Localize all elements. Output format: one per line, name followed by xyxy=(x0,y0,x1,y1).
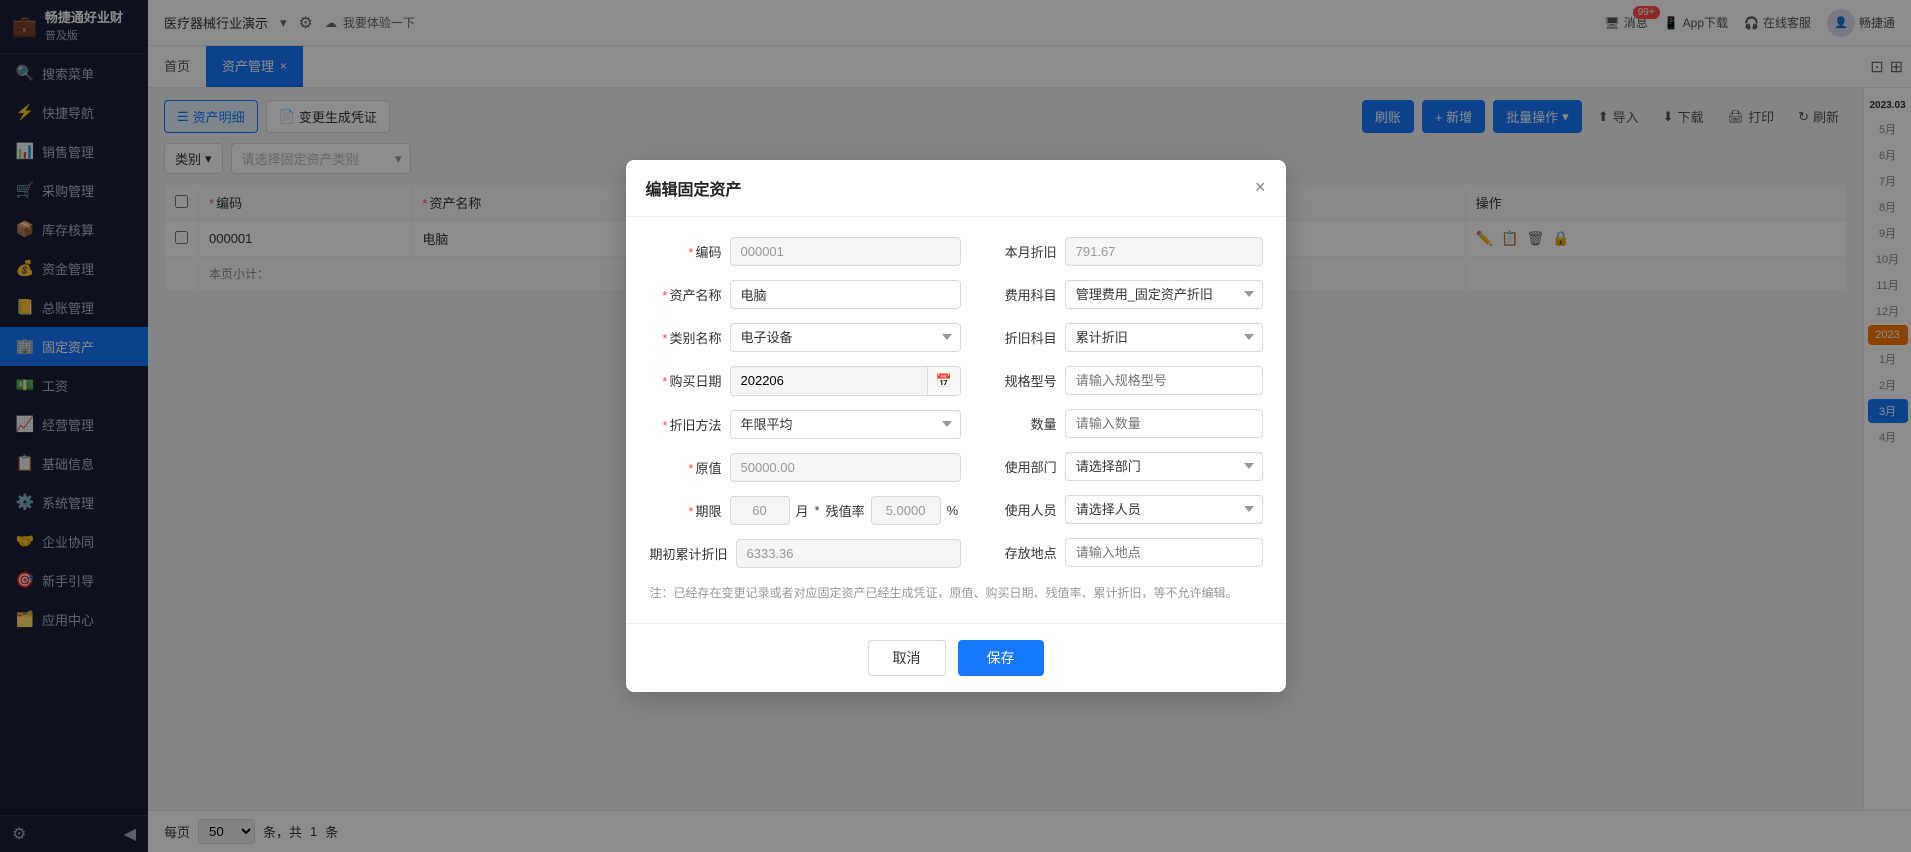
asset-name-input[interactable] xyxy=(730,280,961,309)
dep-method-label: *折旧方法 xyxy=(650,415,722,434)
modal-footer: 取消 保存 xyxy=(626,623,1286,692)
location-input[interactable] xyxy=(1065,538,1263,567)
spec-input[interactable] xyxy=(1065,366,1263,395)
modal-close-button[interactable]: × xyxy=(1255,177,1266,198)
expense-account-label: 费用科目 xyxy=(985,285,1057,304)
form-right: 本月折旧 费用科目 管理费用_固定资产折旧 折旧科目 累计折 xyxy=(985,237,1263,568)
form-row-department: 使用部门 请选择部门 xyxy=(985,452,1263,481)
cancel-button[interactable]: 取消 xyxy=(868,640,946,676)
form-row-original-value: *原值 xyxy=(650,453,961,482)
monthly-dep-label: 本月折旧 xyxy=(985,242,1057,261)
form-grid: *编码 *资产名称 *类别名称 xyxy=(650,237,1262,568)
form-row-expense-account: 费用科目 管理费用_固定资产折旧 xyxy=(985,280,1263,309)
period-inline: 月 * 残值率 % xyxy=(730,496,959,525)
expense-account-select[interactable]: 管理费用_固定资产折旧 xyxy=(1065,280,1263,309)
form-row-dep-account: 折旧科目 累计折旧 xyxy=(985,323,1263,352)
purchase-date-label: *购买日期 xyxy=(650,371,722,390)
quantity-label: 数量 xyxy=(985,414,1057,433)
period-unit-label: 月 xyxy=(796,501,809,520)
quantity-input[interactable] xyxy=(1065,409,1263,438)
form-row-person: 使用人员 请选择人员 xyxy=(985,495,1263,524)
department-select[interactable]: 请选择部门 xyxy=(1065,452,1263,481)
code-label: *编码 xyxy=(650,242,722,261)
category-label: *类别名称 xyxy=(650,328,722,347)
category-select[interactable]: 电子设备 xyxy=(730,323,961,352)
form-row-dep-method: *折旧方法 年限平均 xyxy=(650,410,961,439)
dep-account-select[interactable]: 累计折旧 xyxy=(1065,323,1263,352)
residual-rate-unit: % xyxy=(947,503,959,518)
modal-overlay: 编辑固定资产 × *编码 *资产名称 xyxy=(0,0,1911,852)
initial-dep-input[interactable] xyxy=(736,539,961,568)
dep-method-select[interactable]: 年限平均 xyxy=(730,410,961,439)
person-select[interactable]: 请选择人员 xyxy=(1065,495,1263,524)
form-row-quantity: 数量 xyxy=(985,409,1263,438)
original-value-input[interactable] xyxy=(730,453,961,482)
purchase-date-input-wrapper: 📅 xyxy=(730,366,961,396)
modal-title: 编辑固定资产 xyxy=(646,176,742,200)
monthly-dep-input xyxy=(1065,237,1263,266)
original-value-label: *原值 xyxy=(650,458,722,477)
edit-asset-modal: 编辑固定资产 × *编码 *资产名称 xyxy=(626,160,1286,692)
location-label: 存放地点 xyxy=(985,543,1057,562)
period-label: *期限 xyxy=(650,501,722,520)
form-row-initial-dep: 期初累计折旧 xyxy=(650,539,961,568)
modal-note: 注：已经存在变更记录或者对应固定资产已经生成凭证，原值、购买日期、残值率、累计折… xyxy=(650,584,1262,603)
calendar-icon[interactable]: 📅 xyxy=(927,367,960,395)
person-label: 使用人员 xyxy=(985,500,1057,519)
dep-account-label: 折旧科目 xyxy=(985,328,1057,347)
spec-label: 规格型号 xyxy=(985,371,1057,390)
modal-body: *编码 *资产名称 *类别名称 xyxy=(626,217,1286,623)
modal-header: 编辑固定资产 × xyxy=(626,160,1286,217)
residual-rate-label: 残值率 xyxy=(826,501,865,520)
form-row-purchase-date: *购买日期 📅 xyxy=(650,366,961,396)
form-left: *编码 *资产名称 *类别名称 xyxy=(650,237,961,568)
form-row-asset-name: *资产名称 xyxy=(650,280,961,309)
save-button[interactable]: 保存 xyxy=(958,640,1044,676)
purchase-date-input[interactable] xyxy=(731,367,927,394)
form-row-spec: 规格型号 xyxy=(985,366,1263,395)
period-input[interactable] xyxy=(730,496,790,525)
form-row-code: *编码 xyxy=(650,237,961,266)
form-row-period: *期限 月 * 残值率 % xyxy=(650,496,961,525)
initial-dep-label: 期初累计折旧 xyxy=(650,544,728,563)
code-input[interactable] xyxy=(730,237,961,266)
form-row-location: 存放地点 xyxy=(985,538,1263,567)
residual-rate-input[interactable] xyxy=(871,496,941,525)
asset-name-label: *资产名称 xyxy=(650,285,722,304)
department-label: 使用部门 xyxy=(985,457,1057,476)
form-row-monthly-dep: 本月折旧 xyxy=(985,237,1263,266)
form-row-category: *类别名称 电子设备 xyxy=(650,323,961,352)
